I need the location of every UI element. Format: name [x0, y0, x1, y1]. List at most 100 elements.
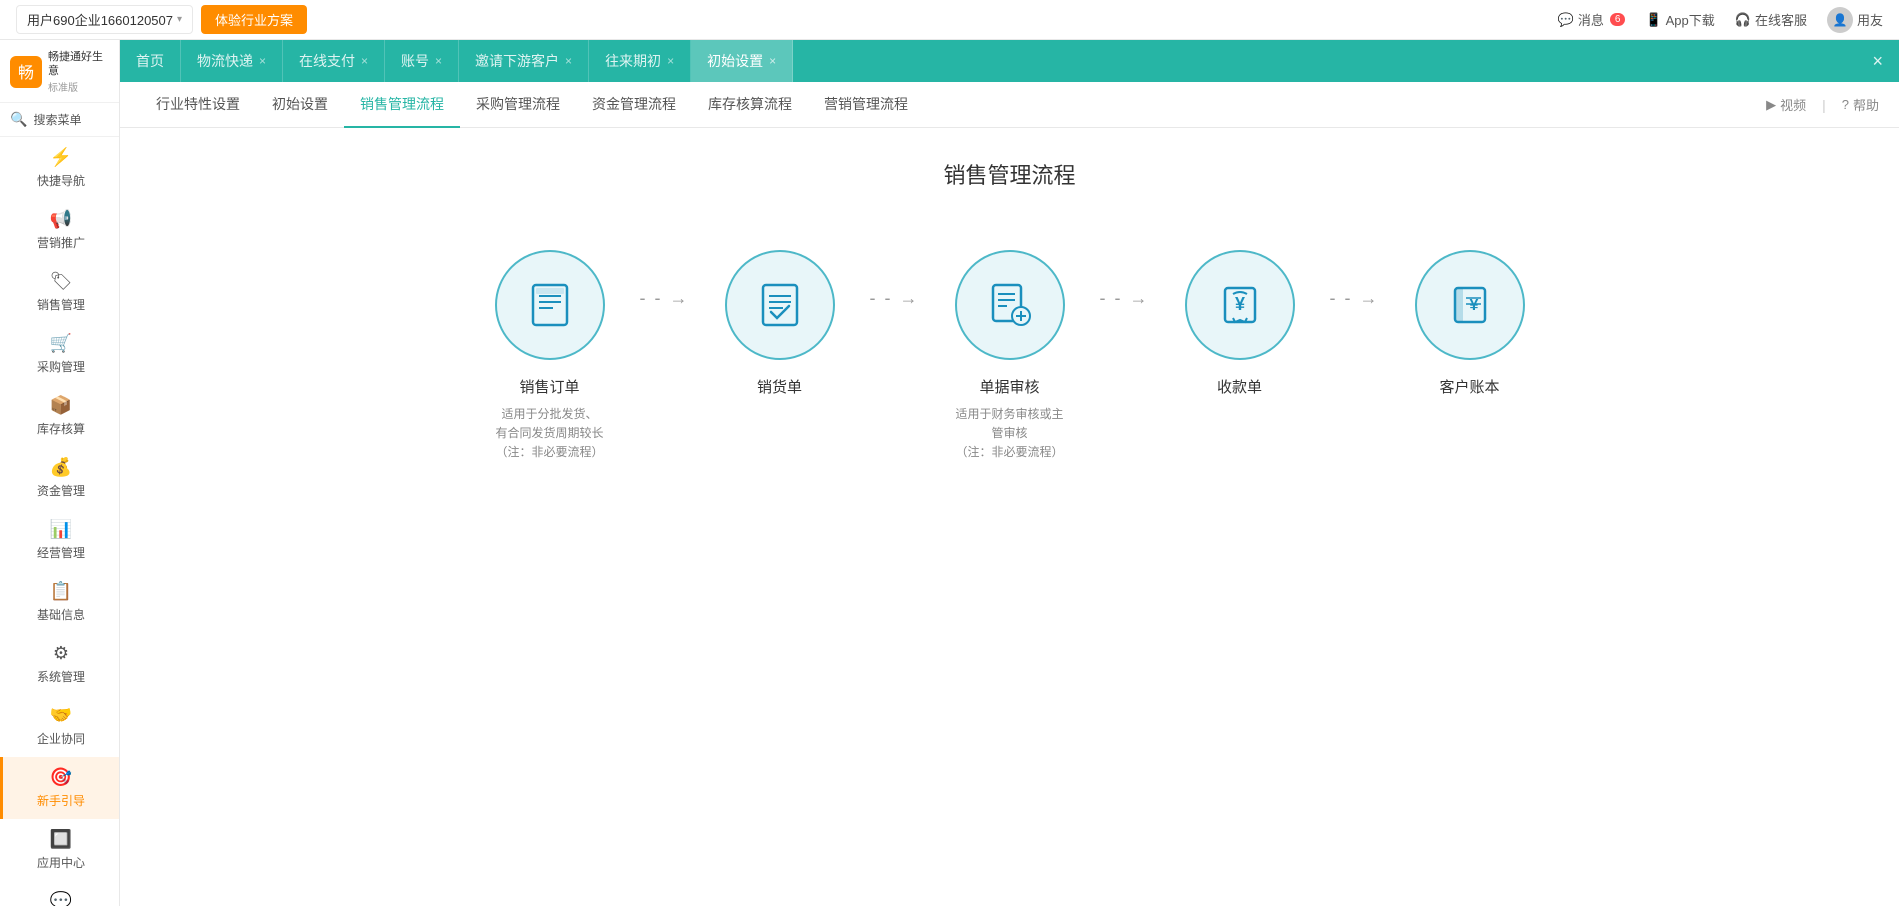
delivery-circle[interactable]	[725, 250, 835, 360]
marketing-icon: 📢	[50, 209, 72, 230]
online-service-button[interactable]: 🎧 在线客服	[1735, 10, 1807, 29]
logo-icon: 畅	[10, 56, 42, 88]
flow-item-sales-order: 销售订单 适用于分批发货、有合同发货周期较长（注：非必要流程）	[460, 250, 640, 463]
inventory-label: 库存核算	[37, 420, 85, 437]
nav-tab-period[interactable]: 往来期初 ×	[589, 40, 691, 82]
sidebar-item-sales[interactable]: 🏷 销售管理	[0, 261, 119, 323]
sub-tab-purchase-flow[interactable]: 采购管理流程	[460, 82, 576, 128]
close-all-button[interactable]: ×	[1856, 40, 1899, 82]
nav-tab-close-invite[interactable]: ×	[565, 54, 572, 68]
sub-tab-label-initial: 初始设置	[272, 96, 328, 112]
nav-tab-label-setup: 初始设置	[707, 51, 763, 71]
nav-tab-label-account: 账号	[401, 51, 429, 71]
search-icon: 🔍	[10, 111, 27, 128]
quick-nav-icon: ⚡	[50, 147, 72, 168]
audit-circle[interactable]	[955, 250, 1065, 360]
logo-main: 畅捷通好生意	[48, 50, 109, 79]
flow-label-account-book: 客户账本	[1439, 376, 1499, 397]
nav-tab-close-setup[interactable]: ×	[769, 54, 776, 68]
flow-item-delivery: 销货单	[690, 250, 870, 405]
flow-desc-sales-order: 适用于分批发货、有合同发货周期较长（注：非必要流程）	[495, 405, 603, 463]
sidebar-item-marketing[interactable]: 📢 营销推广	[0, 199, 119, 261]
trial-button[interactable]: 体验行业方案	[201, 5, 307, 34]
sidebar: 畅 畅捷通好生意 标准版 🔍 搜索菜单 ⚡ 快捷导航 📢 营销推广 🏷 销售管理…	[0, 40, 120, 906]
flow-label-sales-order: 销售订单	[519, 376, 579, 397]
sub-tab-sales-flow[interactable]: 销售管理流程	[344, 82, 460, 128]
sidebar-item-operations[interactable]: 📊 经营管理	[0, 509, 119, 571]
sidebar-item-purchase[interactable]: 🛒 采购管理	[0, 323, 119, 385]
inventory-icon: 📦	[50, 395, 72, 416]
video-help-button[interactable]: ▶ 视频	[1766, 95, 1806, 114]
user-menu[interactable]: 👤 用友	[1827, 7, 1883, 33]
sub-tab-label-industry: 行业特性设置	[156, 96, 240, 112]
receipt-circle[interactable]: ¥	[1185, 250, 1295, 360]
user-selector[interactable]: 用户690企业1660120507 ▾	[16, 5, 193, 34]
flow-item-audit: 单据审核 适用于财务审核或主管审核（注：非必要流程）	[920, 250, 1100, 463]
video-icon: ▶	[1766, 97, 1776, 113]
user-label: 用户690企业1660120507	[27, 10, 173, 29]
sub-tab-marketing-flow[interactable]: 营销管理流程	[808, 82, 924, 128]
nav-tab-close-period[interactable]: ×	[667, 54, 674, 68]
sidebar-item-finance[interactable]: 💰 资金管理	[0, 447, 119, 509]
svg-text:¥: ¥	[1469, 297, 1478, 314]
flow-label-audit: 单据审核	[979, 376, 1039, 397]
main-layout: 畅 畅捷通好生意 标准版 🔍 搜索菜单 ⚡ 快捷导航 📢 营销推广 🏷 销售管理…	[0, 40, 1899, 906]
nav-tab-label-period: 往来期初	[605, 51, 661, 71]
sidebar-item-enterprise[interactable]: 🤝 企业协同	[0, 695, 119, 757]
nav-tab-close-logistics[interactable]: ×	[259, 54, 266, 68]
nav-tab-home[interactable]: 首页	[120, 40, 181, 82]
sub-tab-label-marketing-flow: 营销管理流程	[824, 96, 908, 112]
system-icon: ⚙	[53, 643, 69, 664]
headset-icon: 🎧	[1735, 12, 1751, 28]
enterprise-icon: 🤝	[50, 705, 72, 726]
system-label: 系统管理	[37, 668, 85, 685]
sub-tab-inventory-calc[interactable]: 库存核算流程	[692, 82, 808, 128]
nav-tab-account[interactable]: 账号 ×	[385, 40, 459, 82]
sidebar-item-quick-nav[interactable]: ⚡ 快捷导航	[0, 137, 119, 199]
sidebar-item-wechat[interactable]: 💬 企业微信	[0, 881, 119, 906]
guide-label: 新手引导	[37, 792, 85, 809]
messages-badge: 6	[1610, 13, 1626, 26]
logo-sub: 标准版	[48, 79, 109, 94]
sidebar-item-inventory[interactable]: 📦 库存核算	[0, 385, 119, 447]
nav-tab-close-payment[interactable]: ×	[361, 54, 368, 68]
sub-tab-industry[interactable]: 行业特性设置	[140, 82, 256, 128]
top-bar: 用户690企业1660120507 ▾ 体验行业方案 💬 消息 6 📱 App下…	[0, 0, 1899, 40]
avatar: 👤	[1827, 7, 1853, 33]
nav-tab-setup[interactable]: 初始设置 ×	[691, 40, 793, 82]
app-download-button[interactable]: 📱 App下载	[1645, 10, 1714, 29]
purchase-icon: 🛒	[50, 333, 72, 354]
sub-tab-label-inventory-calc: 库存核算流程	[708, 96, 792, 112]
sidebar-item-guide[interactable]: 🎯 新手引导	[0, 757, 119, 819]
sidebar-item-system[interactable]: ⚙ 系统管理	[0, 633, 119, 695]
marketing-label: 营销推广	[37, 234, 85, 251]
nav-tab-payment[interactable]: 在线支付×	[283, 40, 385, 82]
nav-tab-logistics[interactable]: 物流快递×	[181, 40, 283, 82]
help-button[interactable]: ? 帮助	[1842, 95, 1879, 114]
nav-tab-label-home: 首页	[136, 51, 164, 71]
sub-tab-label-sales-flow: 销售管理流程	[360, 96, 444, 112]
guide-icon: 🎯	[50, 767, 72, 788]
messages-button[interactable]: 💬 消息 6	[1558, 10, 1626, 29]
app-icon: 📱	[1645, 12, 1661, 28]
flow-desc-audit: 适用于财务审核或主管审核（注：非必要流程）	[955, 405, 1063, 463]
sidebar-item-app-center[interactable]: 🔲 应用中心	[0, 819, 119, 881]
sub-tabs: 行业特性设置 初始设置 销售管理流程采购管理流程资金管理流程库存核算流程 营销管理流程…	[120, 82, 1899, 128]
svg-text:畅: 畅	[18, 64, 34, 82]
arrow-dots-2: - - →	[870, 288, 920, 309]
nav-tab-close-account[interactable]: ×	[435, 54, 442, 68]
page-content: 销售管理流程 销售订单	[120, 128, 1899, 493]
arrow-dots-4: - - →	[1330, 288, 1380, 309]
operations-label: 经营管理	[37, 544, 85, 561]
sub-tab-finance-flow[interactable]: 资金管理流程	[576, 82, 692, 128]
nav-tab-invite[interactable]: 邀请下游客户×	[459, 40, 589, 82]
nav-tabs: 首页物流快递×在线支付×账号×邀请下游客户×往来期初×初始设置× ×	[120, 40, 1899, 82]
search-bar[interactable]: 🔍 搜索菜单	[0, 103, 119, 137]
app-center-label: 应用中心	[37, 854, 85, 871]
sidebar-item-basic-info[interactable]: 📋 基础信息	[0, 571, 119, 633]
account-book-circle[interactable]: ¥	[1415, 250, 1525, 360]
sub-tab-initial[interactable]: 初始设置	[256, 82, 344, 128]
flow-arrow-3: - - →	[1100, 288, 1150, 309]
flow-label-delivery: 销货单	[757, 376, 802, 397]
sales-order-circle[interactable]	[495, 250, 605, 360]
